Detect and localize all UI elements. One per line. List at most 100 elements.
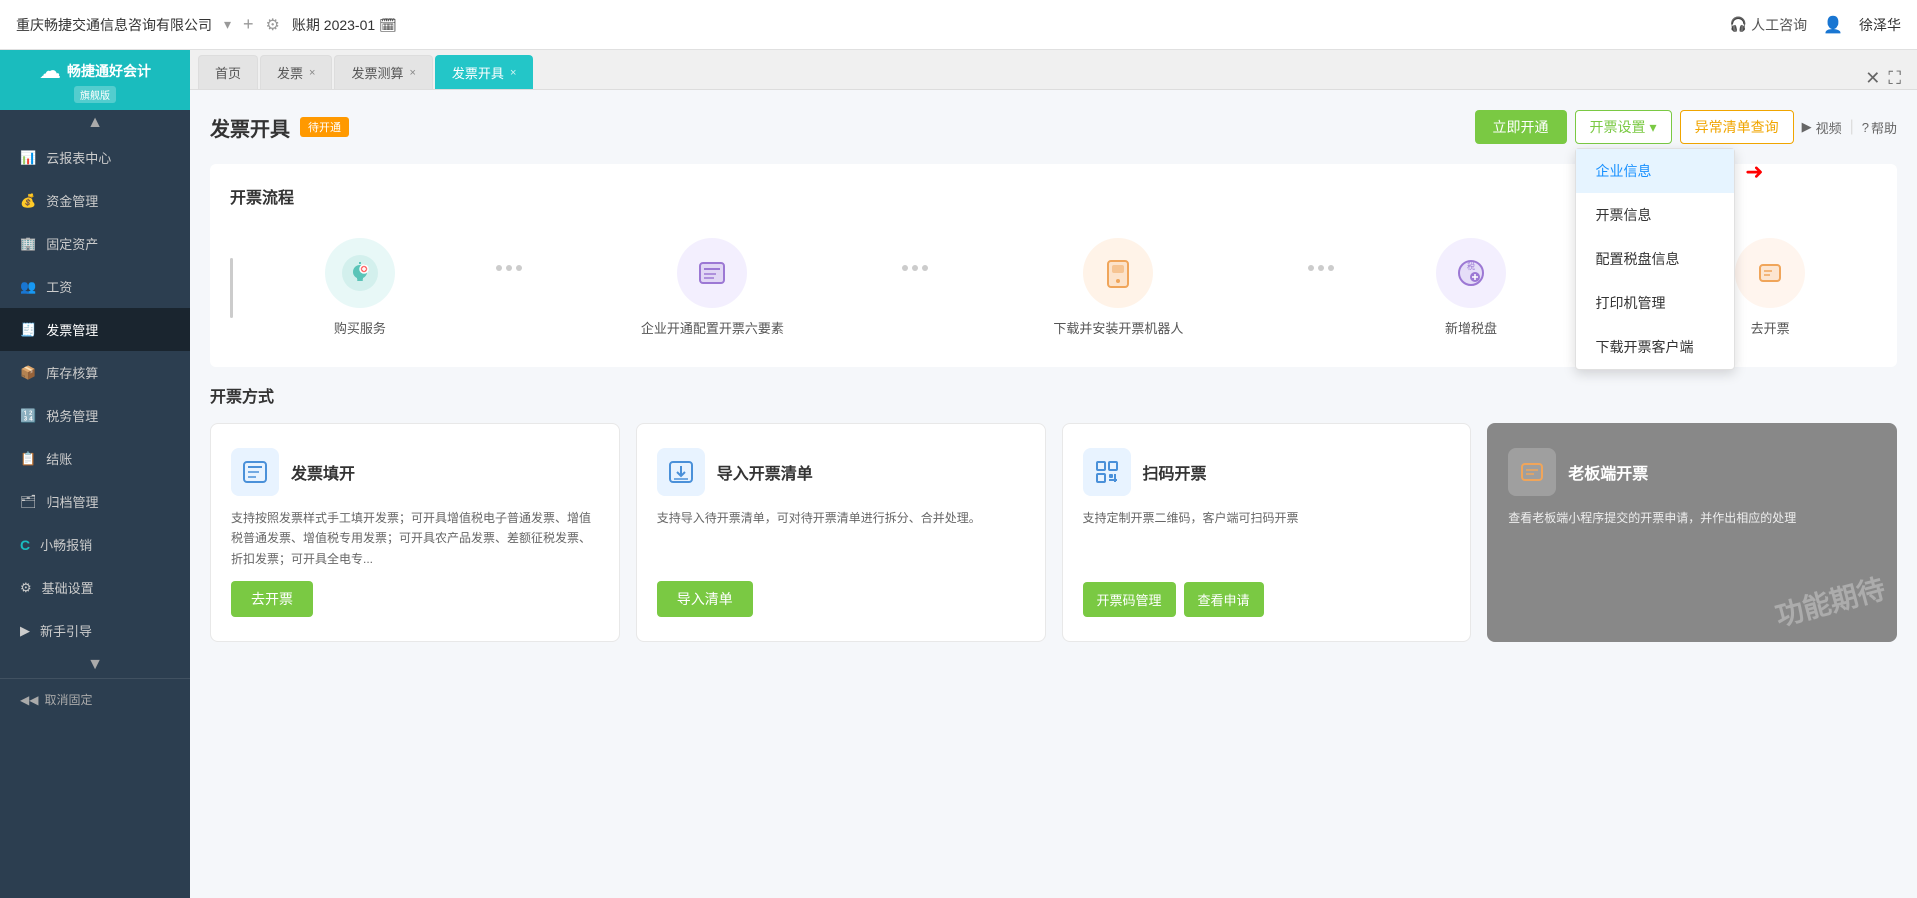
settings-button[interactable]: 开票设置 ▾: [1575, 110, 1672, 144]
import-button[interactable]: 导入清单: [657, 581, 753, 617]
gudingzichan-icon: 🏢: [20, 236, 36, 252]
company-name: 重庆畅捷交通信息咨询有限公司: [16, 15, 212, 35]
calendar-icon[interactable]: 🗓: [379, 17, 397, 33]
import-title: 导入开票清单: [717, 460, 813, 484]
flow-connector-3: [1279, 265, 1364, 271]
sidebar-item-xiaochangbaoxiao[interactable]: C 小畅报销: [0, 523, 190, 566]
flow-step-5-icon: [1735, 238, 1805, 308]
tab-fapiao-close[interactable]: ×: [309, 67, 315, 79]
sidebar-item-guidang[interactable]: 🗂 归档管理: [0, 480, 190, 523]
page-actions: 立即开通 开票设置 ▾ ➜ 企业信息: [1475, 110, 1897, 144]
sidebar-logo: ☁ 畅捷通好会计 旗舰版: [0, 50, 190, 110]
boss-watermark: 功能期待: [1771, 567, 1890, 635]
method-fill-header: 发票填开: [231, 448, 599, 496]
tab-fapiao-kaiju[interactable]: 发票开具 ×: [435, 55, 533, 89]
shuiwu-icon: 🔢: [20, 408, 36, 424]
sidebar-item-jichushezhi[interactable]: ⚙ 基础设置: [0, 566, 190, 609]
flow-step-4-icon: 税: [1436, 238, 1506, 308]
settings-dropdown: ➜ 企业信息 开票信息 配置税盘信息 打印机管理: [1575, 148, 1735, 370]
fill-icon: [231, 448, 279, 496]
top-bar: 重庆畅捷交通信息咨询有限公司 ▾ + ⚙ 账期 2023-01 🗓 🎧 人工咨询…: [0, 0, 1917, 50]
video-button[interactable]: ▶ 视频: [1802, 118, 1842, 137]
page-header: 发票开具 待开通 立即开通 开票设置 ▾ ➜: [210, 110, 1897, 144]
add-tab-button[interactable]: +: [243, 14, 254, 35]
xiaochang-icon: C: [20, 537, 30, 553]
sidebar-item-gongzi[interactable]: 👥 工资: [0, 265, 190, 308]
xinshou-icon: ▶: [20, 623, 30, 639]
methods-title: 开票方式: [210, 383, 1897, 407]
dropdown-item-xiazai[interactable]: 下载开票客户端: [1576, 325, 1734, 369]
sidebar-scroll-up[interactable]: ▲: [0, 110, 190, 136]
gongzi-icon: 👥: [20, 279, 36, 295]
flow-step-2: 企业开通配置开票六要素: [552, 238, 873, 337]
activate-button[interactable]: 立即开通: [1475, 110, 1567, 144]
tab-fapiao-test[interactable]: 发票测算 ×: [334, 55, 432, 89]
boss-desc: 查看老板端小程序提交的开票申请，并作出相应的处理: [1508, 508, 1876, 528]
tab-controls: ✕ ⛶: [1857, 68, 1909, 89]
company-dropdown-icon[interactable]: ▾: [224, 16, 231, 33]
svg-text:税: 税: [1467, 261, 1475, 271]
fill-title: 发票填开: [291, 460, 355, 484]
kucun-icon: 📦: [20, 365, 36, 381]
flow-separator: [230, 258, 233, 318]
tab-home[interactable]: 首页: [198, 55, 258, 89]
flow-step-4: 税 新增税盘: [1364, 238, 1578, 337]
user-avatar: 👤: [1823, 15, 1843, 35]
zijin-icon: 💰: [20, 193, 36, 209]
dropdown-item-peizhi[interactable]: 配置税盘信息: [1576, 237, 1734, 281]
jiezhang-icon: 📋: [20, 451, 36, 467]
dropdown-item-kaipiao[interactable]: 开票信息: [1576, 193, 1734, 237]
tab-close-icon[interactable]: ✕: [1865, 68, 1880, 89]
tab-fapiao-test-close[interactable]: ×: [409, 67, 415, 79]
flow-connector-1: [467, 265, 552, 271]
settings-dropdown-wrapper: 开票设置 ▾ ➜ 企业信息 开票信息: [1575, 110, 1672, 144]
sidebar-scroll-down[interactable]: ▼: [0, 652, 190, 678]
flow-step-3-icon: [1083, 238, 1153, 308]
method-scan-header: 扫码开票: [1083, 448, 1451, 496]
jichushezhi-icon: ⚙: [20, 580, 32, 596]
sidebar-item-fapiao[interactable]: 🧾 发票管理: [0, 308, 190, 351]
fill-go-button[interactable]: 去开票: [231, 581, 313, 617]
scan-apply-button[interactable]: 查看申请: [1184, 582, 1264, 617]
scan-manage-button[interactable]: 开票码管理: [1083, 582, 1176, 617]
main-layout: ☁ 畅捷通好会计 旗舰版 ▲ 📊 云报表中心 💰 资金管理 🏢 固定资产 👥 工…: [0, 50, 1917, 898]
sidebar-item-shuiwu[interactable]: 🔢 税务管理: [0, 394, 190, 437]
sidebar-item-gudingzichan[interactable]: 🏢 固定资产: [0, 222, 190, 265]
sidebar-item-xinshouyindao[interactable]: ▶ 新手引导: [0, 609, 190, 652]
pin-icon: ◀◀: [20, 693, 38, 707]
flow-connector-2: [873, 265, 958, 271]
exception-button[interactable]: 异常清单查询: [1680, 110, 1794, 144]
flow-step-1-icon: [325, 238, 395, 308]
support-button[interactable]: 🎧 人工咨询: [1730, 15, 1807, 35]
tab-bar: 首页 发票 × 发票测算 × 发票开具 × ✕ ⛶: [190, 50, 1917, 90]
fapiao-icon: 🧾: [20, 322, 36, 338]
dropdown-item-qiye[interactable]: 企业信息: [1576, 149, 1734, 193]
status-badge: 待开通: [300, 117, 349, 137]
sidebar-item-jiezhang[interactable]: 📋 结账: [0, 437, 190, 480]
sidebar-item-kucun[interactable]: 📦 库存核算: [0, 351, 190, 394]
sidebar-cancel-fixed[interactable]: ◀◀ 取消固定: [0, 678, 190, 720]
settings-icon[interactable]: ⚙: [266, 15, 280, 35]
tab-fapiao-kaiju-close[interactable]: ×: [510, 67, 516, 79]
yunbao-icon: 📊: [20, 150, 36, 166]
red-arrow-indicator: ➜: [1745, 159, 1763, 185]
help-button[interactable]: ? 帮助: [1862, 118, 1897, 137]
sidebar-item-yunbao[interactable]: 📊 云报表中心: [0, 136, 190, 179]
sidebar-item-zijin[interactable]: 💰 资金管理: [0, 179, 190, 222]
method-card-import: 导入开票清单 支持导入待开票清单，可对待开票清单进行拆分、合并处理。 导入清单: [636, 423, 1046, 642]
tab-expand-icon[interactable]: ⛶: [1888, 68, 1901, 89]
flow-step-2-icon: [677, 238, 747, 308]
top-bar-right: 🎧 人工咨询 👤 徐泽华: [1730, 15, 1901, 35]
user-label: 徐泽华: [1859, 15, 1901, 35]
guidang-icon: 🗂: [20, 494, 37, 510]
scan-icon: [1083, 448, 1131, 496]
scan-buttons: 开票码管理 查看申请: [1083, 582, 1451, 617]
period-label: 账期 2023-01 🗓: [292, 15, 397, 35]
divider: |: [1850, 118, 1854, 136]
dropdown-item-dayinji[interactable]: 打印机管理: [1576, 281, 1734, 325]
boss-icon: [1508, 448, 1556, 496]
tab-fapiao[interactable]: 发票 ×: [260, 55, 332, 89]
help-icon: ?: [1862, 120, 1869, 135]
right-panel: 首页 发票 × 发票测算 × 发票开具 × ✕ ⛶ 发票开具: [190, 50, 1917, 898]
page-title: 发票开具: [210, 113, 290, 142]
